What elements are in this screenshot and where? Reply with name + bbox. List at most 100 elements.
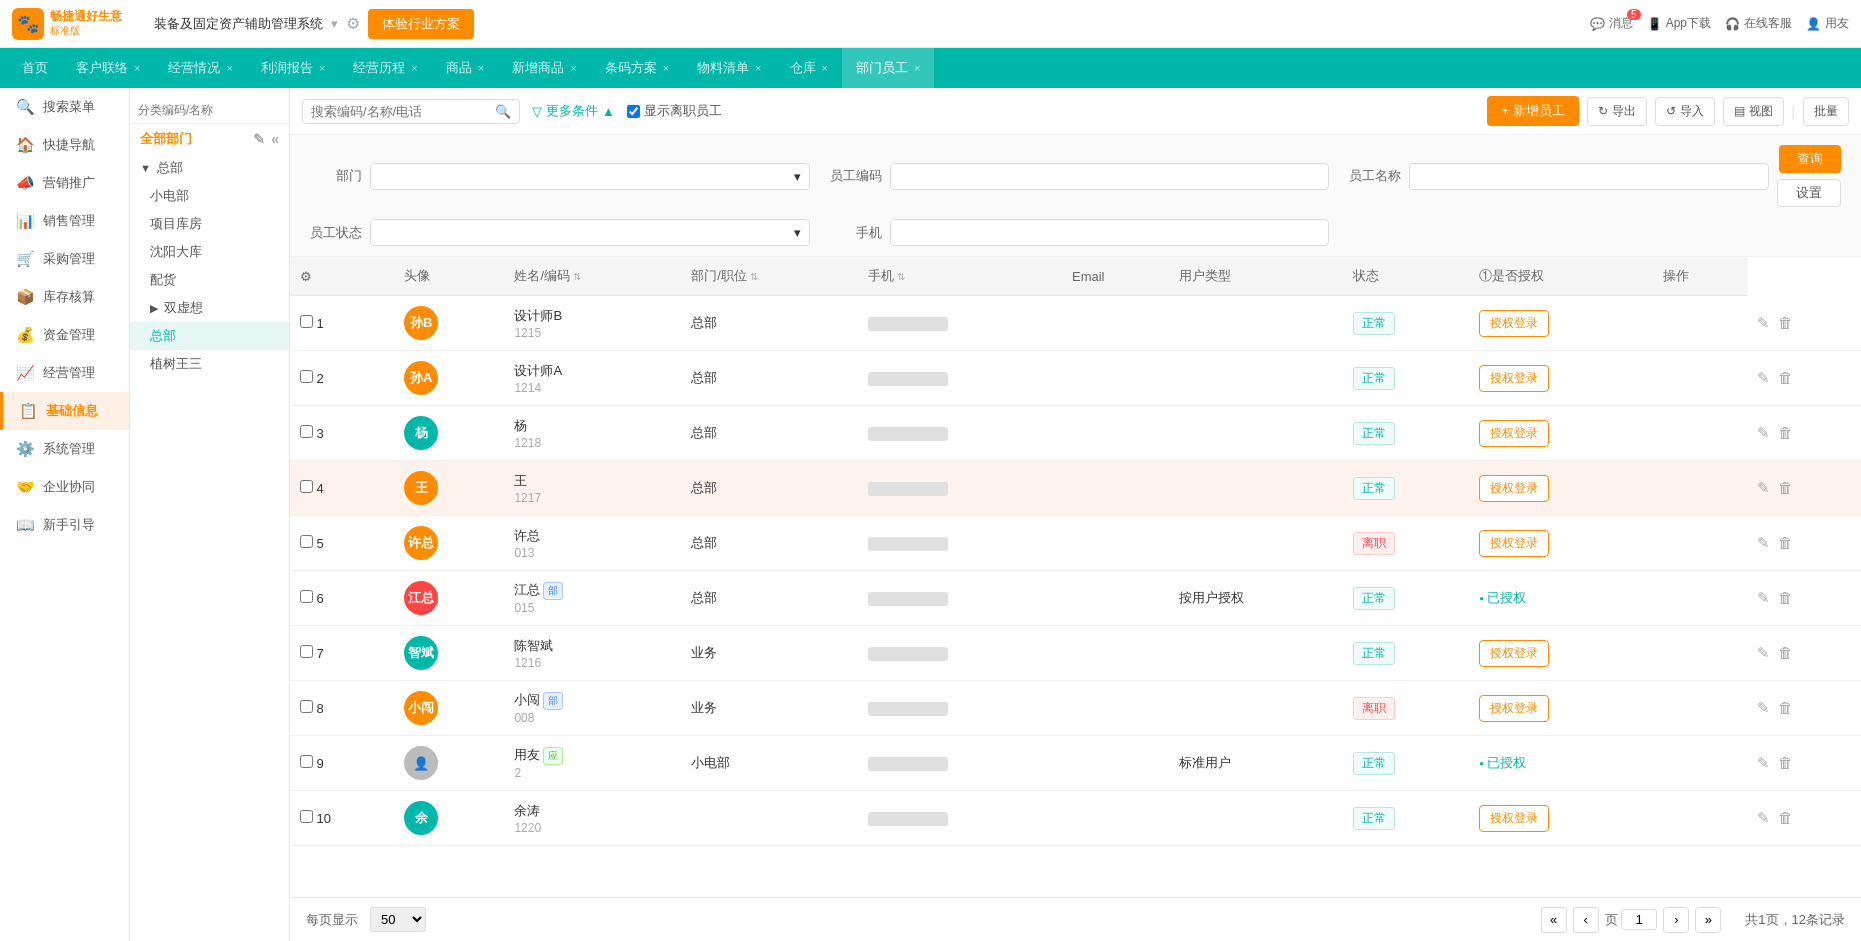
view-button[interactable]: ▤ 视图 bbox=[1723, 97, 1784, 126]
page-number-input[interactable] bbox=[1621, 909, 1657, 930]
nav-tab-仓库[interactable]: 仓库× bbox=[776, 48, 842, 88]
dept-node-xdb[interactable]: 小电部 bbox=[130, 182, 289, 210]
more-condition-btn[interactable]: ▽ 更多条件 ▲ bbox=[532, 102, 615, 120]
app-download-item[interactable]: 📱 App下载 bbox=[1647, 15, 1711, 32]
close-tab-icon[interactable]: × bbox=[663, 62, 669, 74]
row-checkbox[interactable] bbox=[300, 535, 313, 548]
close-tab-icon[interactable]: × bbox=[226, 62, 232, 74]
sidebar-item-marketing[interactable]: 📣营销推广 bbox=[0, 164, 129, 202]
delete-button[interactable]: 🗑 bbox=[1778, 754, 1793, 772]
delete-button[interactable]: 🗑 bbox=[1778, 424, 1793, 442]
per-page-select[interactable]: 50 100 bbox=[370, 907, 426, 932]
delete-button[interactable]: 🗑 bbox=[1778, 699, 1793, 717]
close-tab-icon[interactable]: × bbox=[478, 62, 484, 74]
nav-tab-部门员工[interactable]: 部门员工× bbox=[842, 48, 934, 88]
auth-login-button[interactable]: 授权登录 bbox=[1479, 420, 1549, 447]
sidebar-item-guide[interactable]: 📖新手引导 bbox=[0, 506, 129, 544]
row-checkbox[interactable] bbox=[300, 810, 313, 823]
row-checkbox[interactable] bbox=[300, 590, 313, 603]
delete-button[interactable]: 🗑 bbox=[1778, 589, 1793, 607]
search-input[interactable] bbox=[311, 104, 491, 119]
status-filter-select[interactable]: ▾ bbox=[370, 219, 810, 246]
sidebar-item-operations[interactable]: 📈经营管理 bbox=[0, 354, 129, 392]
sidebar-item-purchase[interactable]: 🛒采购管理 bbox=[0, 240, 129, 278]
edit-button[interactable]: ✎ bbox=[1757, 424, 1770, 442]
dept-node-syds[interactable]: 沈阳大库 bbox=[130, 238, 289, 266]
auth-login-button[interactable]: 授权登录 bbox=[1479, 640, 1549, 667]
sidebar-item-sales[interactable]: 📊销售管理 bbox=[0, 202, 129, 240]
show-former-checkbox[interactable] bbox=[627, 105, 640, 118]
dept-node-phwse[interactable]: 植树王三 bbox=[130, 350, 289, 378]
query-button[interactable]: 查询 bbox=[1779, 145, 1841, 173]
edit-button[interactable]: ✎ bbox=[1757, 369, 1770, 387]
nav-tab-经营情况[interactable]: 经营情况× bbox=[154, 48, 246, 88]
message-item[interactable]: 💬 消息 5 bbox=[1590, 15, 1633, 32]
nav-tab-新增商品[interactable]: 新增商品× bbox=[498, 48, 590, 88]
sidebar-item-search[interactable]: 🔍搜索菜单 bbox=[0, 88, 129, 126]
sidebar-item-basic[interactable]: 📋基础信息 bbox=[0, 392, 129, 430]
last-page-btn[interactable]: » bbox=[1695, 907, 1721, 933]
col-header-name[interactable]: 姓名/编码⇅ bbox=[504, 257, 681, 296]
sortable-col-dept[interactable]: 部门/职位⇅ bbox=[691, 267, 848, 285]
add-employee-button[interactable]: + 新增员工 bbox=[1487, 96, 1578, 126]
row-checkbox[interactable] bbox=[300, 480, 313, 493]
user-item[interactable]: 👤 用友 bbox=[1806, 15, 1849, 32]
row-checkbox[interactable] bbox=[300, 755, 313, 768]
delete-button[interactable]: 🗑 bbox=[1778, 534, 1793, 552]
dept-node-zb[interactable]: ▼总部 bbox=[130, 154, 289, 182]
delete-button[interactable]: 🗑 bbox=[1778, 809, 1793, 827]
batch-button[interactable]: 批量 bbox=[1803, 97, 1849, 126]
row-checkbox[interactable] bbox=[300, 370, 313, 383]
close-tab-icon[interactable]: × bbox=[319, 62, 325, 74]
nav-tab-商品[interactable]: 商品× bbox=[432, 48, 498, 88]
auth-login-button[interactable]: 授权登录 bbox=[1479, 475, 1549, 502]
edit-button[interactable]: ✎ bbox=[1757, 479, 1770, 497]
close-tab-icon[interactable]: × bbox=[134, 62, 140, 74]
row-checkbox[interactable] bbox=[300, 425, 313, 438]
dept-node-xmks[interactable]: 项目库房 bbox=[130, 210, 289, 238]
edit-button[interactable]: ✎ bbox=[1757, 314, 1770, 332]
trial-button[interactable]: 体验行业方案 bbox=[368, 9, 474, 39]
dept-filter-select[interactable]: ▾ bbox=[370, 163, 810, 190]
nav-tab-经营历程[interactable]: 经营历程× bbox=[339, 48, 431, 88]
edit-button[interactable]: ✎ bbox=[1757, 754, 1770, 772]
settings-icon[interactable]: ⚙ bbox=[346, 14, 360, 33]
code-filter-input[interactable] bbox=[890, 163, 1330, 190]
delete-button[interactable]: 🗑 bbox=[1778, 644, 1793, 662]
close-tab-icon[interactable]: × bbox=[411, 62, 417, 74]
sortable-col-name[interactable]: 姓名/编码⇅ bbox=[514, 267, 671, 285]
edit-button[interactable]: ✎ bbox=[1757, 534, 1770, 552]
edit-button[interactable]: ✎ bbox=[1757, 699, 1770, 717]
online-service-item[interactable]: 🎧 在线客服 bbox=[1725, 15, 1792, 32]
close-tab-icon[interactable]: × bbox=[570, 62, 576, 74]
phone-filter-input[interactable] bbox=[890, 219, 1330, 246]
dept-node-zb2[interactable]: 总部 bbox=[130, 322, 289, 350]
prev-page-btn[interactable]: ‹ bbox=[1573, 907, 1599, 933]
nav-tab-首页[interactable]: 首页 bbox=[8, 48, 62, 88]
auth-login-button[interactable]: 授权登录 bbox=[1479, 805, 1549, 832]
row-checkbox[interactable] bbox=[300, 645, 313, 658]
nav-tab-利润报告[interactable]: 利润报告× bbox=[247, 48, 339, 88]
dept-node-ssx[interactable]: ▶双虚想 bbox=[130, 294, 289, 322]
sidebar-item-inventory[interactable]: 📦库存核算 bbox=[0, 278, 129, 316]
nav-tab-物料清单[interactable]: 物料清单× bbox=[683, 48, 775, 88]
sortable-col-phone[interactable]: 手机⇅ bbox=[868, 267, 1052, 285]
row-checkbox[interactable] bbox=[300, 315, 313, 328]
row-checkbox[interactable] bbox=[300, 700, 313, 713]
edit-button[interactable]: ✎ bbox=[1757, 644, 1770, 662]
edit-button[interactable]: ✎ bbox=[1757, 589, 1770, 607]
set-button[interactable]: 设置 bbox=[1777, 179, 1841, 207]
edit-button[interactable]: ✎ bbox=[1757, 809, 1770, 827]
delete-button[interactable]: 🗑 bbox=[1778, 314, 1793, 332]
auth-login-button[interactable]: 授权登录 bbox=[1479, 365, 1549, 392]
sidebar-item-finance[interactable]: 💰资金管理 bbox=[0, 316, 129, 354]
dept-collapse-icon[interactable]: « bbox=[271, 131, 279, 147]
dropdown-arrow-icon[interactable]: ▾ bbox=[331, 16, 338, 31]
dept-node-ph[interactable]: 配货 bbox=[130, 266, 289, 294]
search-icon[interactable]: 🔍 bbox=[495, 104, 511, 119]
close-tab-icon[interactable]: × bbox=[755, 62, 761, 74]
export-button[interactable]: ↻ 导出 bbox=[1587, 97, 1647, 126]
import-button[interactable]: ↺ 导入 bbox=[1655, 97, 1715, 126]
auth-login-button[interactable]: 授权登录 bbox=[1479, 310, 1549, 337]
name-filter-input[interactable] bbox=[1409, 163, 1769, 190]
